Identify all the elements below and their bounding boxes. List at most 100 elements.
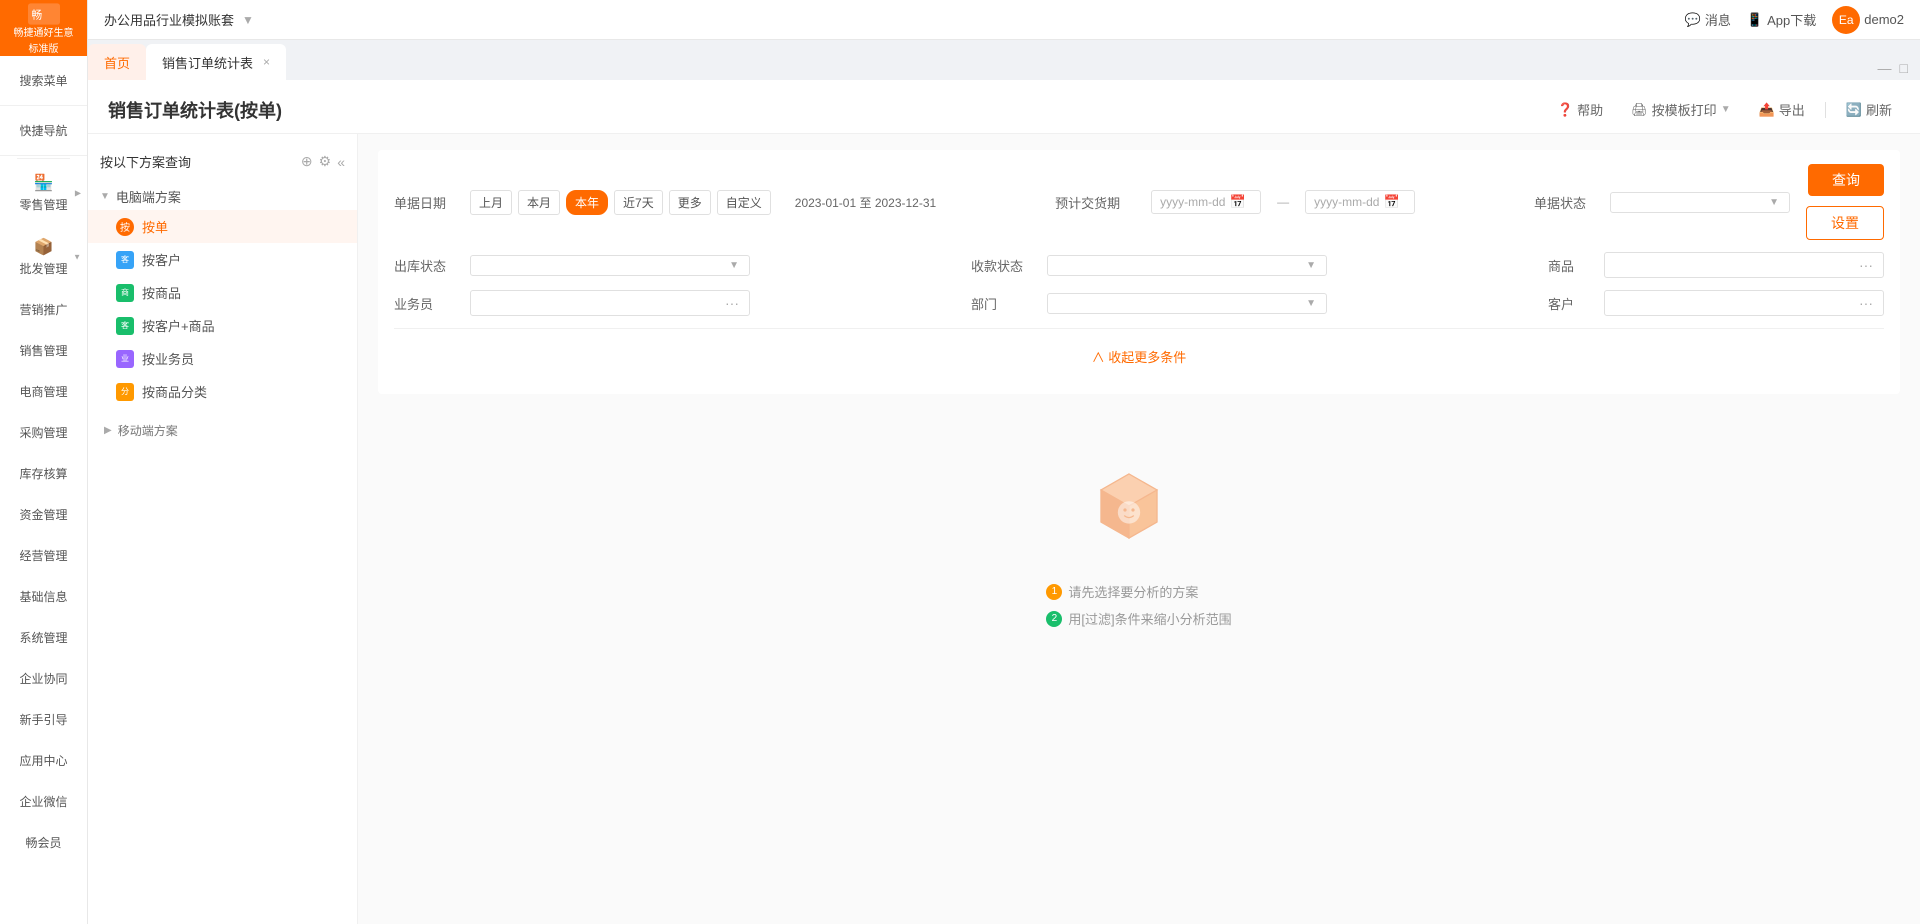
- topbar-arrow-icon[interactable]: ▼: [242, 13, 254, 27]
- plan-item-3[interactable]: 客 按客户+商品: [88, 309, 357, 342]
- settings-plan-icon[interactable]: ⚙: [319, 153, 332, 170]
- operation-label: 经营管理: [19, 547, 67, 564]
- enterprise-label: 企业协同: [19, 670, 67, 687]
- topbar-title: 办公用品行业模拟账套: [104, 10, 234, 29]
- print-icon: 🖨: [1631, 102, 1648, 118]
- help-button[interactable]: ❓ 帮助: [1549, 96, 1611, 123]
- goods-dots-icon[interactable]: ···: [1859, 257, 1873, 273]
- user-name: demo2: [1864, 12, 1904, 27]
- sidebar-item-marketing[interactable]: 营销推广: [0, 289, 87, 330]
- retail-label: 零售管理: [19, 196, 67, 213]
- payment-status-select[interactable]: ▼: [1047, 255, 1327, 276]
- template-print-button[interactable]: 🖨 按模板打印 ▼: [1623, 96, 1738, 123]
- plan-item-5[interactable]: 分 按商品分类: [88, 375, 357, 408]
- purchase-label: 采购管理: [19, 424, 67, 441]
- app-subtitle: 标准版: [29, 40, 59, 55]
- sidebar-item-purchase[interactable]: 采购管理: [0, 412, 87, 453]
- refresh-button[interactable]: 🔄 刷新: [1838, 96, 1900, 123]
- marketing-label: 营销推广: [19, 301, 67, 318]
- app-logo[interactable]: 畅 畅捷通好生意 标准版: [0, 0, 88, 56]
- tab-maximize-icon[interactable]: □: [1900, 60, 1908, 76]
- refresh-icon: 🔄: [1846, 102, 1862, 118]
- app-download-action[interactable]: 📱 App下载: [1747, 10, 1816, 29]
- wholesale-icon: 📦: [34, 237, 54, 257]
- query-button[interactable]: 查询: [1808, 164, 1884, 196]
- sidebar-item-operation[interactable]: 经营管理: [0, 535, 87, 576]
- date-btn-7days[interactable]: 近7天: [614, 190, 663, 215]
- divider-1: [1825, 102, 1826, 118]
- date-btn-this-year[interactable]: 本年: [566, 190, 608, 215]
- plan-item-2[interactable]: 商 按商品: [88, 276, 357, 309]
- message-action[interactable]: 💬 消息: [1685, 10, 1731, 29]
- sidebar-item-enterprise[interactable]: 企业协同: [0, 658, 87, 699]
- tab-minimize-icon[interactable]: —: [1878, 60, 1892, 76]
- tab-home[interactable]: 首页: [88, 44, 146, 80]
- logo-icon: 畅: [28, 2, 60, 26]
- customer-dots-icon[interactable]: ···: [1859, 295, 1873, 311]
- sidebar-item-appcenter[interactable]: 应用中心: [0, 740, 87, 781]
- plan-icon-3: 客: [116, 317, 134, 335]
- empty-image: [1089, 466, 1189, 566]
- date-start-placeholder: yyyy-mm-dd: [1160, 195, 1225, 209]
- plan-item-0[interactable]: 按 按单: [88, 210, 357, 243]
- customer-select[interactable]: ···: [1604, 290, 1884, 316]
- right-panel: 单据日期 上月 本月 本年 近7天 更多 自定义 2023-01-01 至 20…: [358, 134, 1920, 924]
- sidebar-item-retail[interactable]: 🏪 零售管理: [0, 161, 87, 225]
- date-btn-custom[interactable]: 自定义: [717, 190, 771, 215]
- tip-num-2: 2: [1046, 611, 1062, 627]
- delivery-date-end[interactable]: yyyy-mm-dd 📅: [1305, 190, 1415, 214]
- sidebar-item-inventory[interactable]: 库存核算: [0, 453, 87, 494]
- plan-item-1[interactable]: 客 按客户: [88, 243, 357, 276]
- sidebar-item-wholesale[interactable]: 📦 批发管理: [0, 225, 87, 289]
- tab-close-icon[interactable]: ×: [263, 55, 270, 69]
- settings-button[interactable]: 设置: [1806, 206, 1884, 240]
- sidebar-item-system[interactable]: 系统管理: [0, 617, 87, 658]
- date-btn-this-month[interactable]: 本月: [518, 190, 560, 215]
- plan-label-5: 按商品分类: [142, 382, 207, 401]
- app-download-icon: 📱: [1747, 12, 1763, 28]
- quick-nav-item[interactable]: 快捷导航: [0, 116, 87, 145]
- sidebar-item-finance[interactable]: 资金管理: [0, 494, 87, 535]
- sidebar-item-wechat[interactable]: 企业微信: [0, 781, 87, 822]
- app-title: 畅捷通好生意: [14, 28, 74, 40]
- sidebar-item-ecommerce[interactable]: 电商管理: [0, 371, 87, 412]
- plan-icon-4: 业: [116, 350, 134, 368]
- desktop-section-header[interactable]: ▼ 电脑端方案: [88, 181, 357, 210]
- export-button[interactable]: 📤 导出: [1751, 96, 1813, 123]
- date-btn-more[interactable]: 更多: [669, 190, 711, 215]
- sidebar: 畅 畅捷通好生意 标准版 搜索菜单 快捷导航 🏪 零售管理 📦 批发管理 营销推…: [0, 0, 88, 924]
- tab-actions: — □: [1878, 60, 1920, 80]
- salesperson-select[interactable]: ···: [470, 290, 750, 316]
- plan-icon-1: 客: [116, 251, 134, 269]
- tip-text-1: 请先选择要分析的方案: [1068, 582, 1198, 601]
- sidebar-item-sales[interactable]: 销售管理: [0, 330, 87, 371]
- collapse-bar: ∧ 收起更多条件: [394, 328, 1884, 380]
- search-menu-item[interactable]: 搜索菜单: [0, 66, 87, 95]
- plan-item-4[interactable]: 业 按业务员: [88, 342, 357, 375]
- delivery-status-select[interactable]: ▼: [470, 255, 750, 276]
- sidebar-item-member[interactable]: 畅会员: [0, 822, 87, 863]
- tip-item-1: 1 请先选择要分析的方案: [1046, 582, 1231, 601]
- system-label: 系统管理: [19, 629, 67, 646]
- refresh-label: 刷新: [1866, 100, 1892, 119]
- mobile-section-header[interactable]: ▶ 移动端方案: [88, 416, 357, 443]
- order-status-arrow-icon: ▼: [1769, 197, 1779, 208]
- date-btn-last-month[interactable]: 上月: [470, 190, 512, 215]
- page-title: 销售订单统计表(按单): [108, 97, 282, 123]
- tab-sales-stat-label: 销售订单统计表: [162, 53, 253, 72]
- finance-label: 资金管理: [19, 506, 67, 523]
- sidebar-item-basic[interactable]: 基础信息: [0, 576, 87, 617]
- collapse-button[interactable]: ∧ 收起更多条件: [1092, 341, 1187, 372]
- department-select[interactable]: ▼: [1047, 293, 1327, 314]
- add-plan-icon[interactable]: ⊕: [301, 153, 313, 170]
- plan-label-0: 按单: [142, 217, 168, 236]
- salesperson-dots-icon[interactable]: ···: [725, 295, 739, 311]
- order-status-select[interactable]: ▼: [1610, 192, 1790, 213]
- goods-select[interactable]: ···: [1604, 252, 1884, 278]
- sidebar-item-newuser[interactable]: 新手引导: [0, 699, 87, 740]
- tab-sales-stat[interactable]: 销售订单统计表 ×: [146, 44, 286, 80]
- user-section[interactable]: Ea demo2: [1832, 6, 1904, 34]
- collapse-panel-icon[interactable]: «: [337, 154, 345, 170]
- delivery-date-start[interactable]: yyyy-mm-dd 📅: [1151, 190, 1261, 214]
- left-panel: 按以下方案查询 ⊕ ⚙ « ▼ 电脑端方案 按 按单: [88, 134, 358, 924]
